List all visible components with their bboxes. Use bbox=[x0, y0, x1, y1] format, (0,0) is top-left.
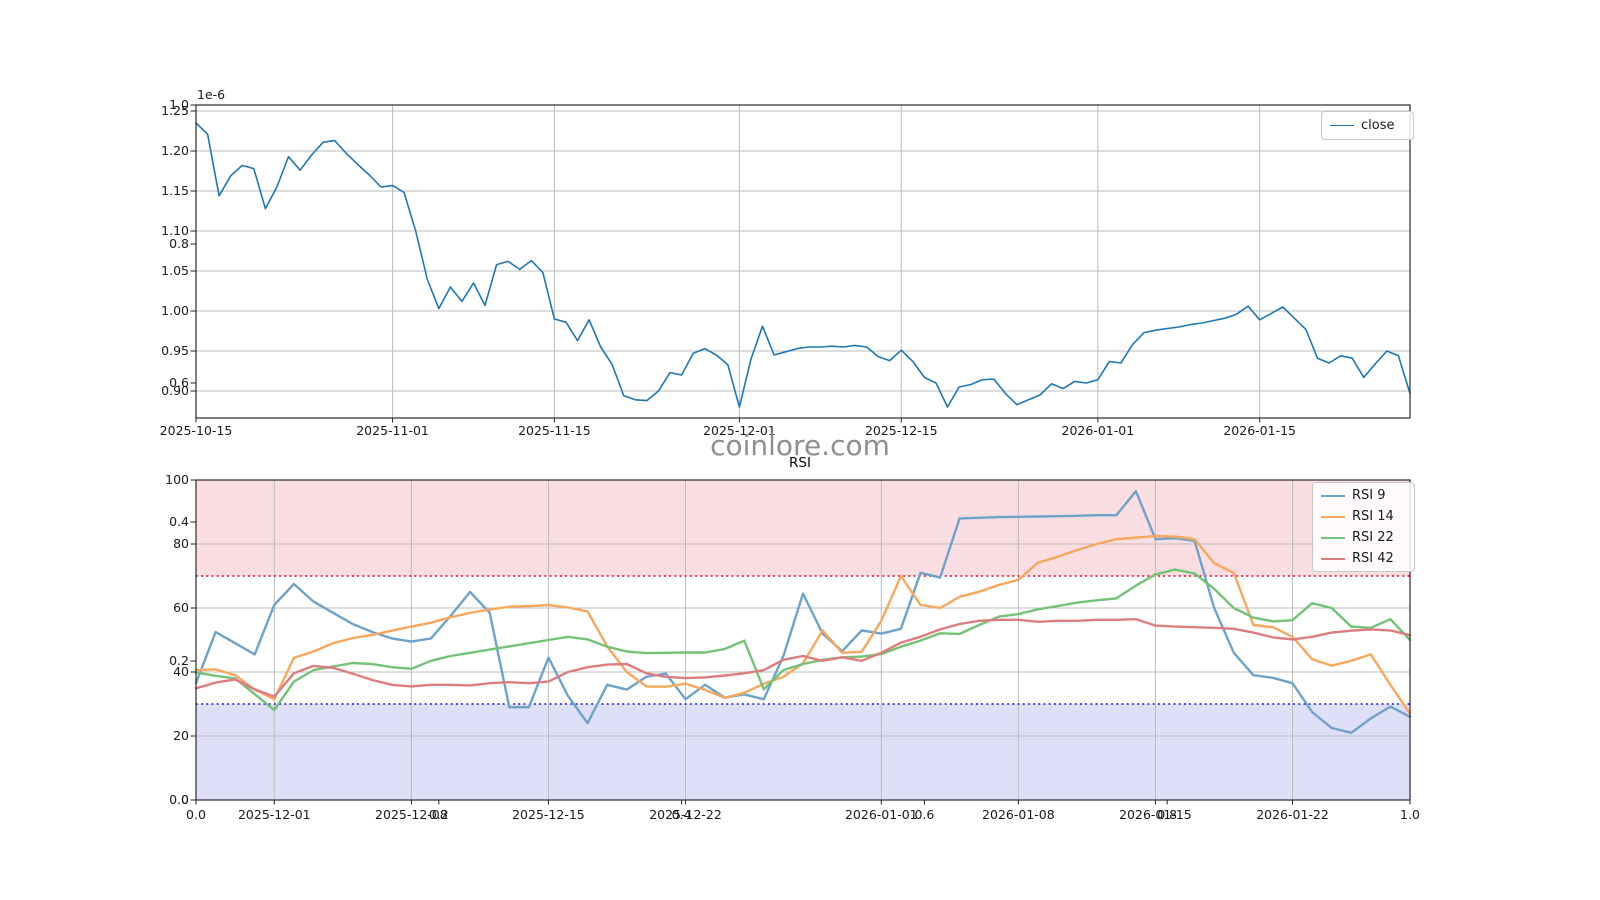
x-tick-label: 2025-12-15 bbox=[512, 807, 585, 822]
legend-label: close bbox=[1361, 118, 1395, 133]
price-legend: close bbox=[1321, 111, 1414, 140]
y-tick-label: 1.00 bbox=[161, 303, 189, 318]
series-line-close bbox=[195, 122, 1411, 408]
overlay-x-tick-label: 0.2 bbox=[428, 807, 449, 822]
overlay-y-tick-label: 0.2 bbox=[169, 653, 189, 668]
rsi14-line-sample-icon bbox=[1321, 515, 1345, 518]
y-tick-label: 60 bbox=[173, 600, 189, 615]
legend-entry-rsi9: RSI 9 bbox=[1321, 486, 1414, 506]
x-tick-label: 2025-11-01 bbox=[356, 423, 429, 438]
legend-label: RSI 14 bbox=[1352, 509, 1394, 524]
oversold-band bbox=[196, 704, 1410, 800]
close-line-sample-icon bbox=[1330, 125, 1354, 126]
x-tick-label: 2026-01-08 bbox=[982, 807, 1055, 822]
x-tick-label: 2026-01-22 bbox=[1256, 807, 1329, 822]
y-tick-label: 1.20 bbox=[161, 143, 189, 158]
overlay-y-tick-label: 0.0 bbox=[169, 792, 189, 807]
overlay-y-tick-label: 1.0 bbox=[169, 97, 189, 112]
rsi9-line-sample-icon bbox=[1321, 494, 1345, 497]
x-tick-label: 2026-01-15 bbox=[1223, 423, 1297, 438]
rsi-legend: RSI 9 RSI 14 RSI 22 RSI 42 bbox=[1312, 482, 1415, 572]
y-tick-label: 1.05 bbox=[161, 263, 189, 278]
overbought-band bbox=[196, 480, 1410, 576]
x-tick-label: 2025-10-15 bbox=[159, 423, 233, 438]
y-tick-label: 0.95 bbox=[161, 343, 189, 358]
rsi-chart-title: RSI bbox=[789, 455, 811, 471]
legend-label: RSI 9 bbox=[1352, 488, 1386, 503]
overlay-x-tick-label: 0.4 bbox=[671, 807, 692, 822]
y-tick-label: 80 bbox=[173, 536, 189, 551]
series-line-rsi-42 bbox=[194, 618, 1412, 698]
overlay-x-tick-label: 0.8 bbox=[1157, 807, 1178, 822]
figure-canvas: 1e-6 2025-10-15 2025-11-01 2025-11-15 2025-… bbox=[0, 0, 1600, 900]
overlay-y-tick-label: 0.4 bbox=[169, 514, 189, 529]
rsi22-line-sample-icon bbox=[1321, 536, 1345, 539]
legend-entry-close: close bbox=[1330, 116, 1413, 136]
legend-label: RSI 22 bbox=[1352, 530, 1394, 545]
rsi42-line-sample-icon bbox=[1321, 557, 1345, 560]
overlay-x-tick-label: 0.6 bbox=[914, 807, 935, 822]
overlay-y-tick-label: 0.8 bbox=[169, 236, 189, 251]
y-tick-label: 20 bbox=[173, 728, 189, 743]
y-axis-offset-label: 1e-6 bbox=[197, 87, 226, 102]
legend-entry-rsi42: RSI 42 bbox=[1321, 549, 1414, 569]
overlay-x-tick-label: 0.0 bbox=[186, 807, 206, 822]
overlay-y-tick-label: 0.6 bbox=[169, 375, 189, 390]
x-tick-label: 2026-01-01 bbox=[1061, 423, 1135, 438]
y-tick-label: 100 bbox=[165, 472, 189, 487]
overlay-x-tick-label: 1.0 bbox=[1400, 807, 1420, 822]
legend-entry-rsi14: RSI 14 bbox=[1321, 507, 1414, 527]
legend-entry-rsi22: RSI 22 bbox=[1321, 528, 1414, 548]
legend-label: RSI 42 bbox=[1352, 551, 1394, 566]
x-tick-label: 2025-11-15 bbox=[518, 423, 591, 438]
y-tick-label: 1.15 bbox=[161, 183, 189, 198]
